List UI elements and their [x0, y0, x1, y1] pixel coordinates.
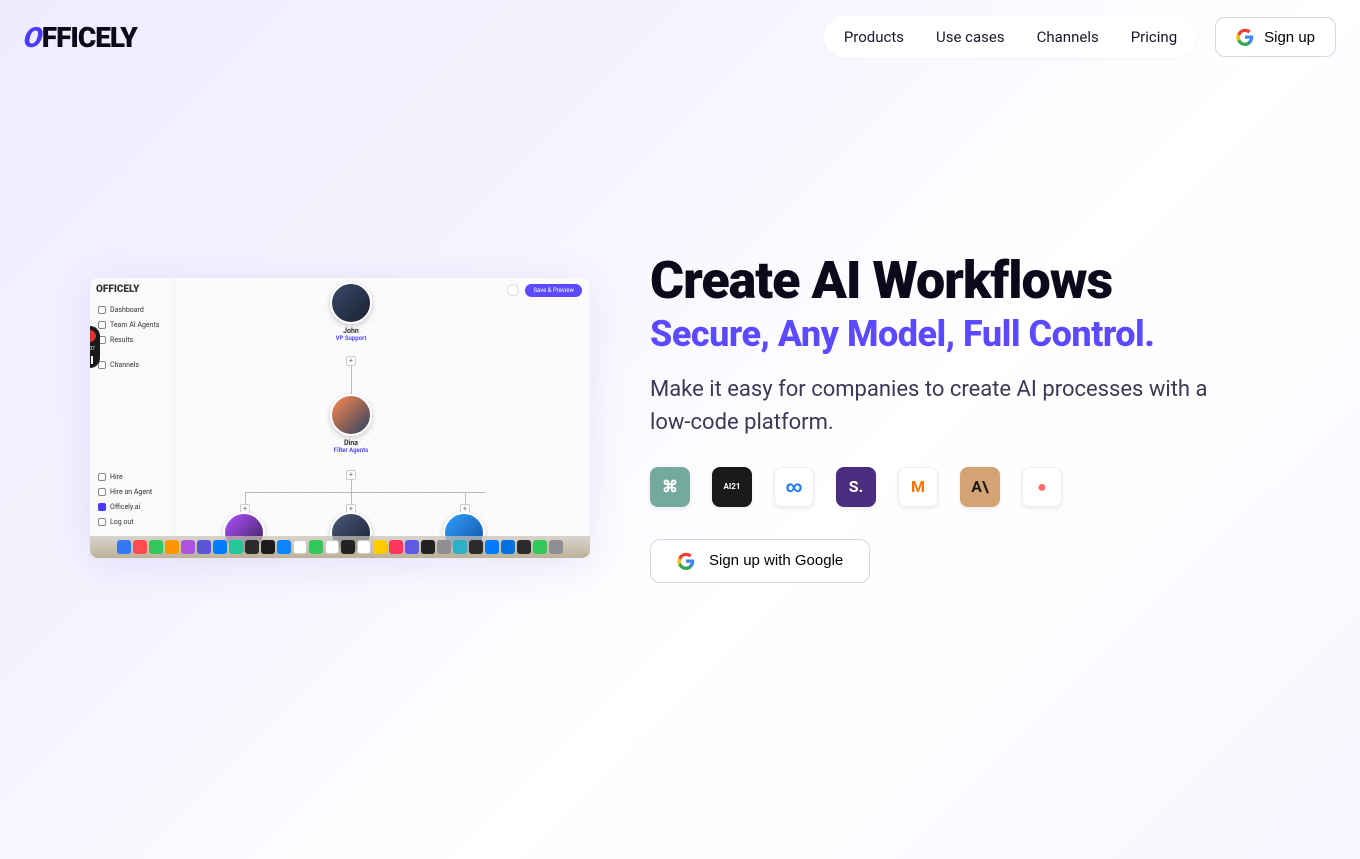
team-icon — [98, 321, 106, 329]
signup-button[interactable]: Sign up — [1215, 17, 1336, 57]
channels-icon — [98, 361, 106, 369]
node-name: John — [330, 327, 372, 335]
node-connector[interactable]: + — [346, 356, 356, 366]
nav-channels[interactable]: Channels — [1037, 28, 1099, 46]
dock-app-icon[interactable] — [437, 540, 451, 554]
dock-app-icon[interactable] — [133, 540, 147, 554]
product-preview: 0:07 OFFICELY Dashboard Team AI Agents R… — [90, 278, 590, 558]
preview-canvas[interactable]: Save & Preview John VP Support + Dina Fi… — [175, 278, 590, 536]
brand-anthropic-icon: A\ — [960, 467, 1000, 507]
save-preview-button[interactable]: Save & Preview — [525, 284, 582, 297]
dock-app-icon[interactable] — [421, 540, 435, 554]
dock-app-icon[interactable] — [277, 540, 291, 554]
sidebar-item-officely[interactable]: Officely.ai — [96, 500, 168, 514]
dock-app-icon[interactable] — [453, 540, 467, 554]
logout-icon — [98, 518, 106, 526]
logo-text: FFICELY — [42, 21, 137, 54]
dock-app-icon[interactable] — [357, 540, 371, 554]
brand-mistral-icon: M — [898, 467, 938, 507]
google-icon — [677, 552, 695, 570]
node-role: Filter Agents — [330, 447, 372, 454]
sidebar-item-hire-agent[interactable]: Hire an Agent — [96, 485, 168, 499]
dock-app-icon[interactable] — [549, 540, 563, 554]
hero-section: 0:07 OFFICELY Dashboard Team AI Agents R… — [0, 74, 1360, 583]
dock-app-icon[interactable] — [469, 540, 483, 554]
record-icon — [90, 330, 96, 342]
dock-app-icon[interactable] — [213, 540, 227, 554]
dock-app-icon[interactable] — [181, 540, 195, 554]
agent-icon — [98, 488, 106, 496]
dock-app-icon[interactable] — [405, 540, 419, 554]
nav-pill-group: Products Use cases Channels Pricing — [824, 16, 1197, 58]
sidebar-item-results[interactable]: Results — [96, 333, 168, 347]
avatar — [330, 394, 372, 436]
brand-gradient-icon: ● — [1022, 467, 1062, 507]
grid-icon — [98, 306, 106, 314]
sidebar-item-channels[interactable]: Channels — [96, 358, 168, 372]
brand-openai-icon: ⌘ — [650, 467, 690, 507]
logo[interactable]: OFFICELY — [24, 21, 137, 54]
brand-icon — [98, 503, 106, 511]
hero-subtitle: Secure, Any Model, Full Control. — [650, 313, 1230, 355]
dock-app-icon[interactable] — [261, 540, 275, 554]
dock-app-icon[interactable] — [149, 540, 163, 554]
brand-stability-icon: S. — [836, 467, 876, 507]
cta-label: Sign up with Google — [709, 552, 843, 569]
dock-app-icon[interactable] — [485, 540, 499, 554]
dock-app-icon[interactable] — [165, 540, 179, 554]
dock-app-icon[interactable] — [341, 540, 355, 554]
site-header: OFFICELY Products Use cases Channels Pri… — [0, 0, 1360, 74]
dock-app-icon[interactable] — [117, 540, 131, 554]
hero-content: Create AI Workflows Secure, Any Model, F… — [650, 254, 1230, 583]
sidebar-item-team-agents[interactable]: Team AI Agents — [96, 318, 168, 332]
nav-products[interactable]: Products — [844, 28, 904, 46]
sidebar-item-dashboard[interactable]: Dashboard — [96, 303, 168, 317]
signup-google-button[interactable]: Sign up with Google — [650, 539, 870, 583]
avatar — [330, 282, 372, 324]
nav-use-cases[interactable]: Use cases — [936, 28, 1005, 46]
hero-description: Make it easy for companies to create AI … — [650, 373, 1230, 439]
preview-topbar: Save & Preview — [507, 284, 582, 297]
brand-ai21-icon: AI21 — [712, 467, 752, 507]
plus-icon — [98, 473, 106, 481]
header-right: Products Use cases Channels Pricing Sign… — [824, 16, 1336, 58]
connector-line — [351, 480, 352, 492]
sidebar-item-logout[interactable]: Log out — [96, 515, 168, 529]
gear-icon[interactable] — [507, 284, 519, 296]
sidebar-item-hire[interactable]: Hire — [96, 470, 168, 484]
model-brand-row: ⌘ AI21 ∞ S. M A\ ● — [650, 467, 1230, 507]
dock-app-icon[interactable] — [517, 540, 531, 554]
dock-app-icon[interactable] — [197, 540, 211, 554]
node-name: Dina — [330, 439, 372, 447]
workflow-node-john[interactable]: John VP Support — [330, 282, 372, 342]
connector-line — [245, 492, 485, 493]
hero-title: Create AI Workflows — [650, 254, 1230, 309]
dock-app-icon[interactable] — [245, 540, 259, 554]
nav-pricing[interactable]: Pricing — [1131, 28, 1177, 46]
macos-dock — [90, 536, 590, 558]
dock-app-icon[interactable] — [501, 540, 515, 554]
preview-sidebar: OFFICELY Dashboard Team AI Agents Result… — [90, 278, 175, 536]
dock-app-icon[interactable] — [325, 540, 339, 554]
workflow-node-dina[interactable]: Dina Filter Agents — [330, 394, 372, 454]
pause-icon — [90, 356, 94, 364]
dock-app-icon[interactable] — [373, 540, 387, 554]
dock-app-icon[interactable] — [293, 540, 307, 554]
google-icon — [1236, 28, 1254, 46]
dock-app-icon[interactable] — [229, 540, 243, 554]
node-role: VP Support — [330, 335, 372, 342]
logo-mark: O — [22, 21, 44, 54]
brand-meta-icon: ∞ — [774, 467, 814, 507]
dock-app-icon[interactable] — [309, 540, 323, 554]
recording-widget[interactable]: 0:07 — [90, 326, 100, 368]
dock-app-icon[interactable] — [389, 540, 403, 554]
signup-button-label: Sign up — [1264, 29, 1315, 46]
preview-logo: OFFICELY — [96, 284, 168, 295]
dock-app-icon[interactable] — [533, 540, 547, 554]
node-connector[interactable]: + — [346, 470, 356, 480]
recording-time: 0:07 — [90, 346, 95, 352]
